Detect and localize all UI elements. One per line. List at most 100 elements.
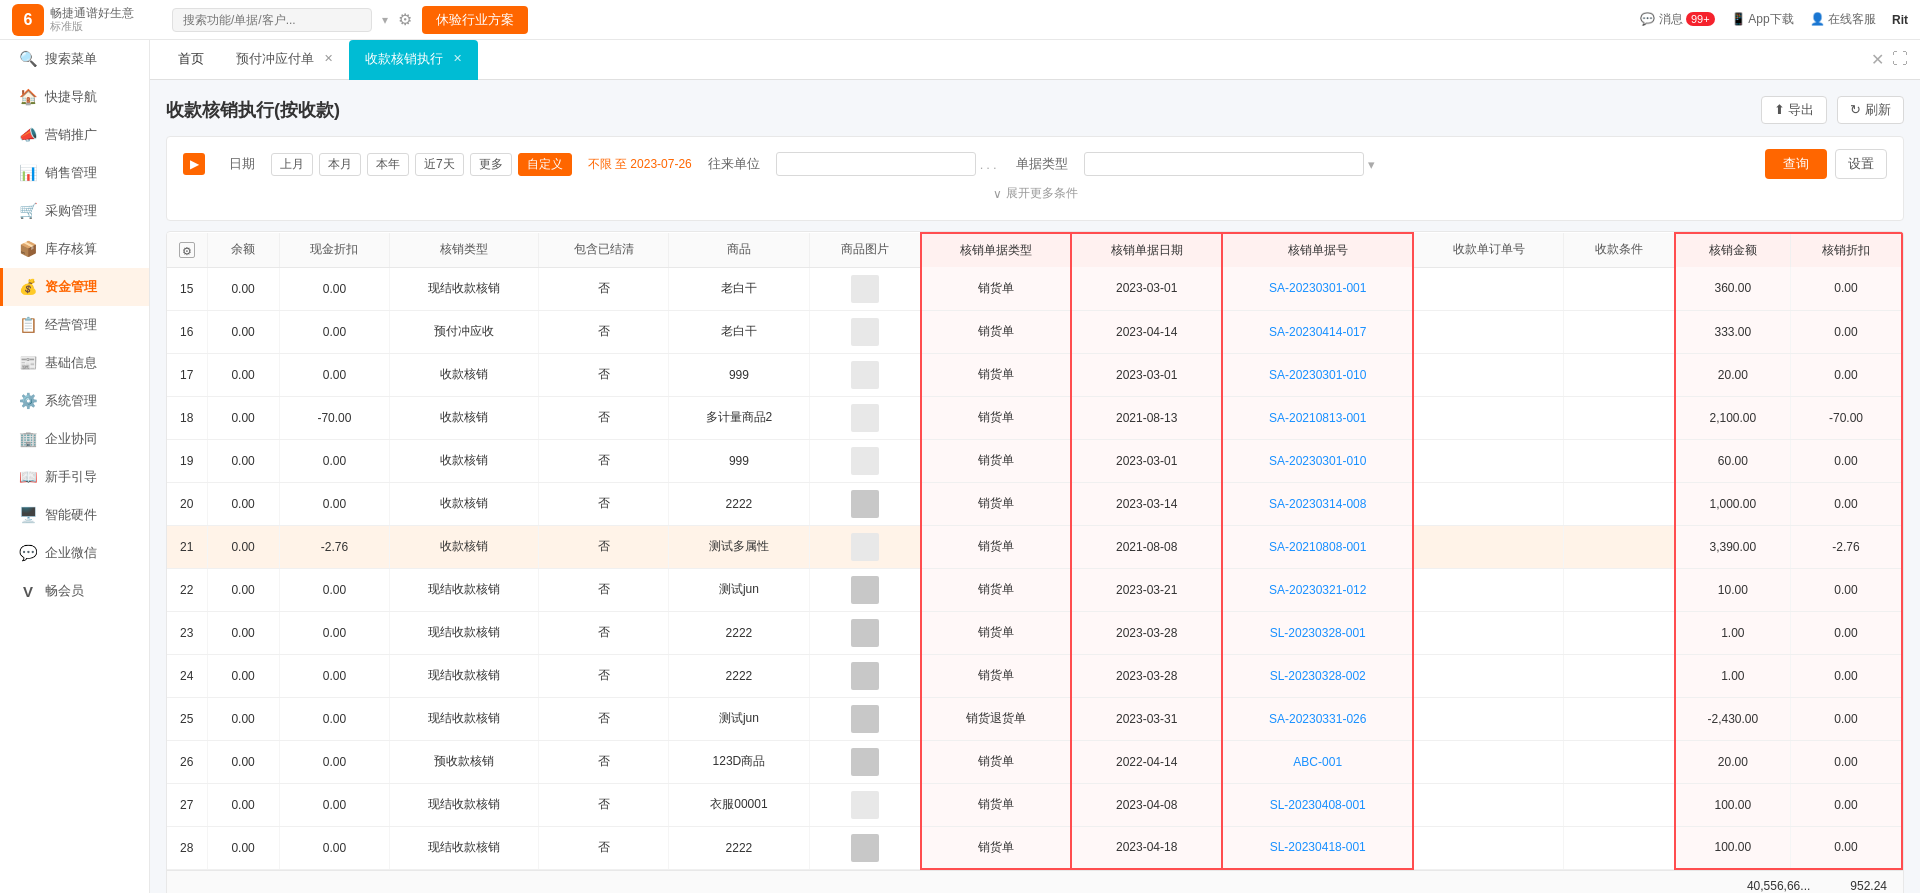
industry-btn[interactable]: 休验行业方案 xyxy=(422,6,528,34)
sidebar-item-finance[interactable]: 💰 资金管理 xyxy=(0,268,149,306)
dropdown-arrow-icon[interactable]: ▾ xyxy=(382,13,388,27)
bill-type-input[interactable] xyxy=(1084,152,1364,176)
product-img xyxy=(851,490,879,518)
bill-no-link[interactable]: SA-20230414-017 xyxy=(1269,325,1366,339)
sidebar-item-marketing[interactable]: 📣 营销推广 xyxy=(0,116,149,154)
bill-no-link[interactable]: SA-20230301-001 xyxy=(1269,281,1366,295)
filter-card: ▶ 日期 上月 本月 本年 近7天 更多 自定义 不限 至 2023-07-26 xyxy=(166,136,1904,221)
product-img xyxy=(851,404,879,432)
date-more[interactable]: 更多 xyxy=(470,153,512,176)
query-btn[interactable]: 查询 xyxy=(1765,149,1827,179)
cell-product-img xyxy=(809,568,920,611)
product-img xyxy=(851,533,879,561)
box-icon: 📦 xyxy=(19,240,37,258)
date-this-month[interactable]: 本月 xyxy=(319,153,361,176)
tab-close-receipt[interactable]: ✕ xyxy=(453,52,462,65)
sidebar-item-wechat[interactable]: 💬 企业微信 xyxy=(0,534,149,572)
sidebar-item-basicinfo[interactable]: 📰 基础信息 xyxy=(0,344,149,382)
partner-dots[interactable]: ... xyxy=(980,157,1000,172)
tab-receipt-offset[interactable]: 收款核销执行 ✕ xyxy=(349,40,478,80)
cell-product-img xyxy=(809,482,920,525)
cell-product-img xyxy=(809,611,920,654)
tab-close-icon[interactable]: ✕ xyxy=(1871,50,1884,69)
cell-rownum: 28 xyxy=(167,826,207,869)
sidebar-item-inventory[interactable]: 📦 库存核算 xyxy=(0,230,149,268)
bill-no-link[interactable]: SA-20230331-026 xyxy=(1269,712,1366,726)
col-settings[interactable]: ⚙ xyxy=(167,233,207,267)
cell-offset-amount: 100.00 xyxy=(1675,783,1791,826)
sidebar-item-quicknav[interactable]: 🏠 快捷导航 xyxy=(0,78,149,116)
bill-no-link[interactable]: SA-20210813-001 xyxy=(1269,411,1366,425)
date-last-month[interactable]: 上月 xyxy=(271,153,313,176)
bill-no-link[interactable]: SA-20230301-010 xyxy=(1269,368,1366,382)
export-icon: ⬆ xyxy=(1774,102,1785,117)
cell-cash-discount: -70.00 xyxy=(279,396,390,439)
export-btn[interactable]: ⬆ 导出 xyxy=(1761,96,1828,124)
settings-icon[interactable]: ⚙ xyxy=(398,10,412,29)
wechat-icon: 💬 xyxy=(19,544,37,562)
tab-expand-icon[interactable]: ⛶ xyxy=(1892,50,1908,69)
bill-type-dropdown-icon[interactable]: ▾ xyxy=(1368,157,1375,172)
online-service-btn[interactable]: 👤 在线客服 xyxy=(1810,11,1876,28)
cell-receipt-order-no xyxy=(1413,439,1563,482)
app-download-btn[interactable]: 📱 App下载 xyxy=(1731,11,1794,28)
bill-no-link[interactable]: SA-20230321-012 xyxy=(1269,583,1366,597)
sidebar-item-label: 资金管理 xyxy=(45,278,97,296)
cell-included-settled: 否 xyxy=(539,482,669,525)
bill-no-link[interactable]: SL-20230328-001 xyxy=(1270,626,1366,640)
tab-home[interactable]: 首页 xyxy=(162,40,220,80)
filter-settings-btn[interactable]: 设置 xyxy=(1835,149,1887,179)
cell-rownum: 17 xyxy=(167,353,207,396)
sidebar-item-purchase[interactable]: 🛒 采购管理 xyxy=(0,192,149,230)
cell-rownum: 25 xyxy=(167,697,207,740)
tab-prepay[interactable]: 预付冲应付单 ✕ xyxy=(220,40,349,80)
col-bill-type: 核销单据类型 xyxy=(921,233,1072,267)
cell-receipt-order-no xyxy=(1413,740,1563,783)
cell-offset-amount: 333.00 xyxy=(1675,310,1791,353)
expand-more-btn[interactable]: ∨ 展开更多条件 xyxy=(183,179,1887,208)
cell-offset-type: 收款核销 xyxy=(390,525,539,568)
sidebar-item-hardware[interactable]: 🖥️ 智能硬件 xyxy=(0,496,149,534)
date-this-year[interactable]: 本年 xyxy=(367,153,409,176)
date-7days[interactable]: 近7天 xyxy=(415,153,464,176)
message-btn[interactable]: 💬 消息 99+ xyxy=(1640,11,1714,28)
expand-toggle[interactable]: ▶ xyxy=(183,153,205,175)
cell-receipt-condition xyxy=(1563,697,1674,740)
chart-icon: 📊 xyxy=(19,164,37,182)
bill-no-link[interactable]: SA-20230301-010 xyxy=(1269,454,1366,468)
cell-product: 2222 xyxy=(669,482,810,525)
sidebar-item-system[interactable]: ⚙️ 系统管理 xyxy=(0,382,149,420)
tab-close-prepay[interactable]: ✕ xyxy=(324,52,333,65)
book-icon: 📖 xyxy=(19,468,37,486)
sidebar-item-sales[interactable]: 📊 销售管理 xyxy=(0,154,149,192)
product-img xyxy=(851,791,879,819)
bill-no-link[interactable]: SL-20230328-002 xyxy=(1270,669,1366,683)
sidebar-item-search[interactable]: 🔍 搜索菜单 xyxy=(0,40,149,78)
table-row: 23 0.00 0.00 现结收款核销 否 2222 销货单 2023-03-2… xyxy=(167,611,1902,654)
cell-bill-type: 销货单 xyxy=(921,525,1072,568)
cell-included-settled: 否 xyxy=(539,310,669,353)
bill-no-link[interactable]: SL-20230408-001 xyxy=(1270,798,1366,812)
col-settings-icon: ⚙ xyxy=(179,242,195,258)
sidebar-item-label: 搜索菜单 xyxy=(45,50,97,68)
sidebar-item-enterprise[interactable]: 🏢 企业协同 xyxy=(0,420,149,458)
bill-no-link[interactable]: SA-20230314-008 xyxy=(1269,497,1366,511)
refresh-btn[interactable]: ↻ 刷新 xyxy=(1837,96,1904,124)
cell-offset-discount: 0.00 xyxy=(1790,568,1902,611)
search-input[interactable] xyxy=(172,8,372,32)
bill-no-link[interactable]: SL-20230418-001 xyxy=(1270,840,1366,854)
bill-no-link[interactable]: ABC-001 xyxy=(1293,755,1342,769)
cell-offset-discount: 0.00 xyxy=(1790,826,1902,869)
table-scroll[interactable]: ⚙ 余额 现金折扣 核销类型 包含已结清 商品 商品图片 核销单据类型 核销单据… xyxy=(167,232,1903,893)
sidebar-item-vip[interactable]: V 畅会员 xyxy=(0,572,149,610)
bill-no-link[interactable]: SA-20210808-001 xyxy=(1269,540,1366,554)
col-receipt-condition: 收款条件 xyxy=(1563,233,1674,267)
page-actions: ⬆ 导出 ↻ 刷新 xyxy=(1761,96,1904,124)
partner-input[interactable] xyxy=(776,152,976,176)
sidebar-item-label: 采购管理 xyxy=(45,202,97,220)
cell-bill-type: 销货单 xyxy=(921,396,1072,439)
sidebar-item-operations[interactable]: 📋 经营管理 xyxy=(0,306,149,344)
cell-receipt-condition xyxy=(1563,611,1674,654)
sidebar-item-guide[interactable]: 📖 新手引导 xyxy=(0,458,149,496)
date-custom[interactable]: 自定义 xyxy=(518,153,572,176)
